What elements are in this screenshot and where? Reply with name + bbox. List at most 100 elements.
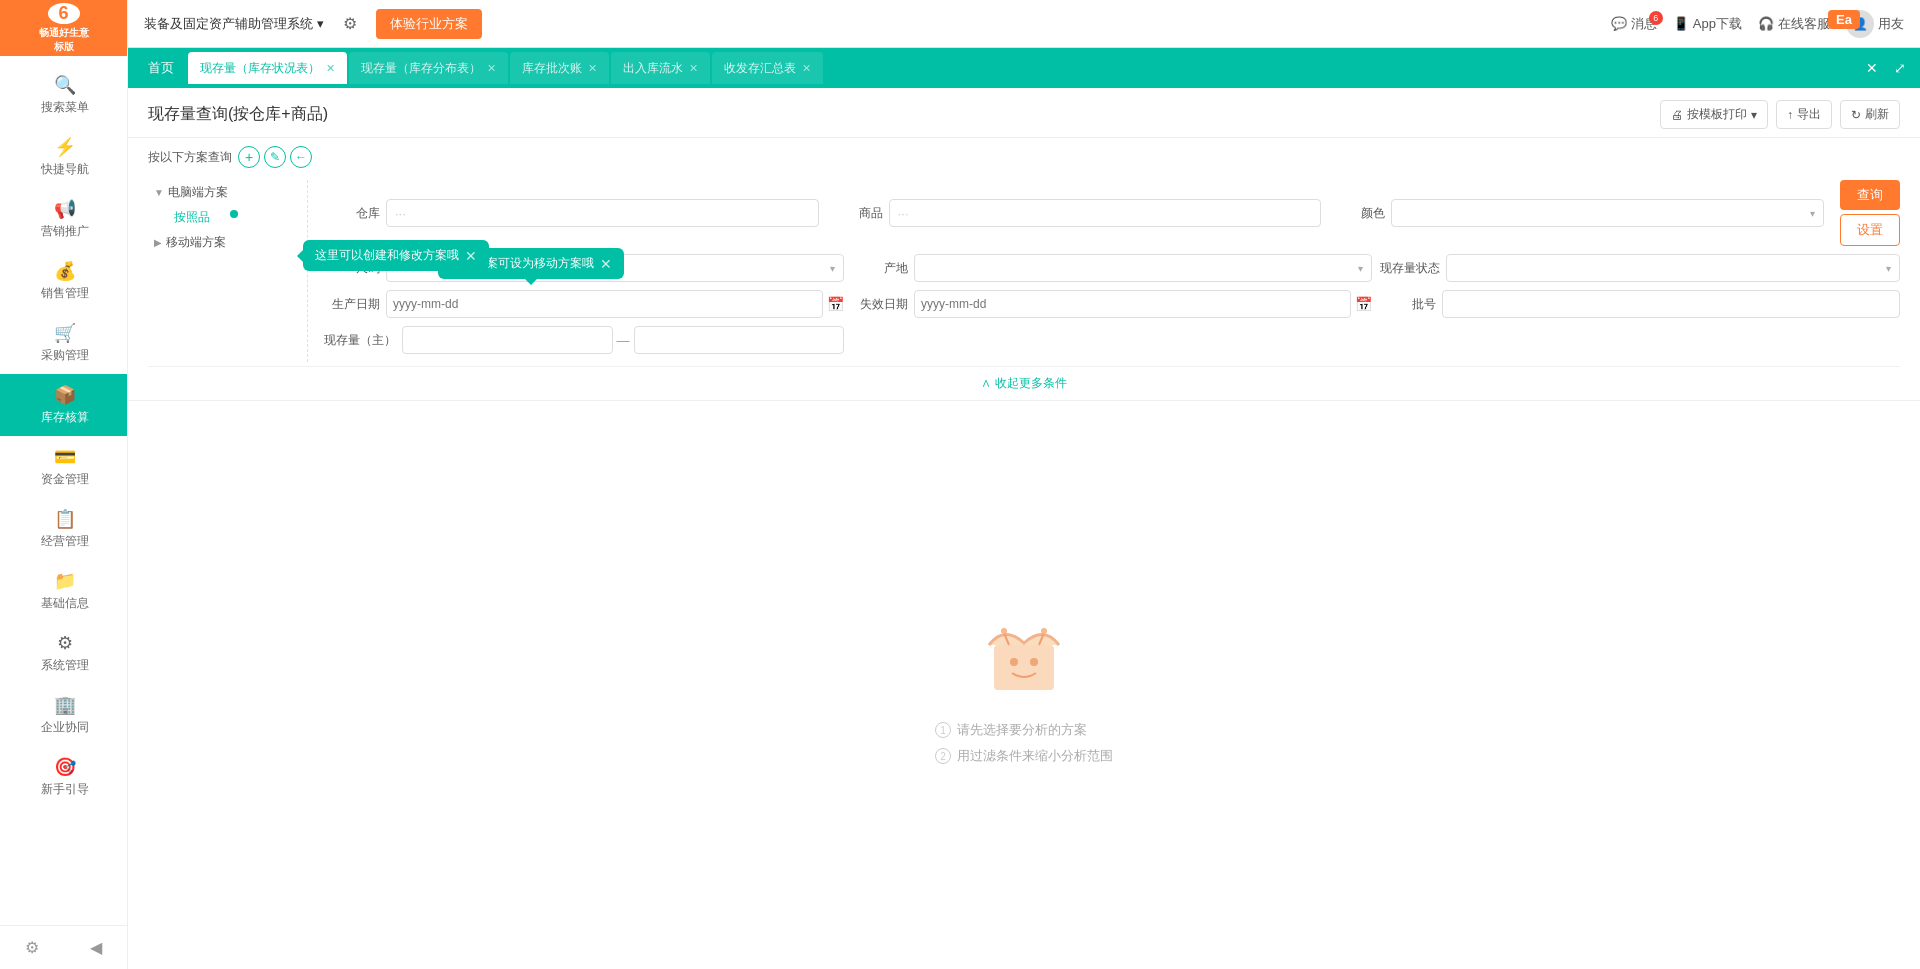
sidebar-item-label: 采购管理	[41, 347, 89, 364]
tab-close-all-btn[interactable]: ✕	[1860, 56, 1884, 80]
filter-label-row: 按以下方案查询 + ✎ ← 电脑方案可设为移动方案哦 ✕	[148, 146, 1900, 168]
sidebar-item-purchase[interactable]: 🛒 采购管理	[0, 312, 127, 374]
sidebar-item-guide[interactable]: 🎯 新手引导	[0, 746, 127, 808]
reset-btn[interactable]: 设置	[1840, 214, 1900, 246]
goods-select[interactable]: ···	[889, 199, 1322, 227]
sidebar-item-inventory[interactable]: 📦 库存核算	[0, 374, 127, 436]
mobile-arrow: ▶	[154, 237, 162, 248]
sidebar-collapse-btn[interactable]: ◀	[90, 938, 102, 957]
refresh-icon: ↻	[1851, 108, 1861, 122]
svg-point-2	[1030, 658, 1038, 666]
empty-illustration	[974, 605, 1074, 705]
tabbar: 首页 现存量（库存状况表） ✕ 现存量（库存分布表） ✕ 库存批次账 ✕ 出入库…	[128, 48, 1920, 88]
mobile-label: 移动端方案	[166, 234, 226, 251]
prod-date-calendar-icon[interactable]: 📅	[827, 296, 844, 312]
inv-main-range: —	[402, 326, 844, 354]
tab-batch[interactable]: 库存批次账 ✕	[510, 52, 609, 84]
inv-main-to-input[interactable]	[634, 326, 845, 354]
marketing-icon: 📢	[54, 198, 76, 220]
field-row-3: 生产日期 📅 失效日期 📅	[324, 290, 1900, 318]
filter-add-btn[interactable]: +	[238, 146, 260, 168]
batch-label: 批号	[1380, 296, 1436, 313]
inv-status-group: 现存量状态 ▾	[1380, 254, 1900, 282]
print-label: 按模板打印	[1687, 106, 1747, 123]
sidebar-item-search[interactable]: 🔍 搜索菜单	[0, 64, 127, 126]
finance-icon: 💳	[54, 446, 76, 468]
svg-point-1	[1010, 658, 1018, 666]
sidebar-item-finance[interactable]: 💳 资金管理	[0, 436, 127, 498]
query-btn[interactable]: 查询	[1840, 180, 1900, 210]
print-chevron: ▾	[1751, 108, 1757, 122]
tab-batch-close[interactable]: ✕	[588, 62, 597, 75]
color-select[interactable]: ▾	[1391, 199, 1824, 227]
system-icon: ⚙	[57, 632, 73, 654]
warehouse-label: 仓库	[324, 205, 380, 222]
print-btn[interactable]: 🖨 按模板打印 ▾	[1660, 100, 1768, 129]
filter-label: 按以下方案查询	[148, 149, 232, 166]
experience-btn[interactable]: 体验行业方案	[376, 9, 482, 39]
app-download-btn[interactable]: 📱 App下载	[1673, 15, 1742, 33]
sidebar-footer: ⚙ ◀	[0, 925, 127, 969]
basic-icon: 📁	[54, 570, 76, 592]
message-btn[interactable]: 💬 消息 6	[1611, 15, 1657, 33]
desktop-label: 电脑端方案	[168, 184, 228, 201]
empty-state: 1 请先选择要分析的方案 2 用过滤条件来缩小分析范围	[128, 401, 1920, 969]
sales-icon: 💰	[54, 260, 76, 282]
tab-inventory-status-close[interactable]: ✕	[326, 62, 335, 75]
tab-inout-close[interactable]: ✕	[689, 62, 698, 75]
collapse-bar[interactable]: ∧ 收起更多条件	[148, 366, 1900, 400]
message-icon: 💬	[1611, 16, 1627, 31]
hint2-num: 2	[935, 748, 951, 764]
exp-date-input[interactable]	[914, 290, 1351, 318]
filter-back-btn[interactable]: ←	[290, 146, 312, 168]
sidebar-item-marketing[interactable]: 📢 营销推广	[0, 188, 127, 250]
sidebar-nav: 🔍 搜索菜单 ⚡ 快捷导航 📢 营销推广 💰 销售管理 🛒 采购管理 📦 库存核…	[0, 56, 127, 925]
inv-status-select[interactable]: ▾	[1446, 254, 1900, 282]
scheme-item-desktop[interactable]: ▼ 电脑端方案	[148, 180, 299, 205]
filter-edit-btn[interactable]: ✎	[264, 146, 286, 168]
sidebar-settings-btn[interactable]: ⚙	[25, 938, 39, 957]
warehouse-select[interactable]: ···	[386, 199, 819, 227]
sidebar-item-system[interactable]: ⚙ 系统管理	[0, 622, 127, 684]
sidebar-item-enterprise[interactable]: 🏢 企业协同	[0, 684, 127, 746]
tab-inventory-dist[interactable]: 现存量（库存分布表） ✕	[349, 52, 508, 84]
scheme-item-mobile[interactable]: ▶ 移动端方案	[148, 230, 299, 255]
batch-input[interactable]	[1442, 290, 1900, 318]
tab-home[interactable]: 首页	[136, 52, 186, 84]
app-icon: 📱	[1673, 16, 1689, 31]
tab-collect-close[interactable]: ✕	[802, 62, 811, 75]
collapse-icon: ∧	[981, 376, 991, 390]
field-row-1: 仓库 ··· 商品 ··· 颜色	[324, 180, 1900, 246]
origin-select[interactable]: ▾	[914, 254, 1372, 282]
tab-inout[interactable]: 出入库流水 ✕	[611, 52, 710, 84]
sidebar-item-operation[interactable]: 📋 经营管理	[0, 498, 127, 560]
page-header: 现存量查询(按仓库+商品) 🖨 按模板打印 ▾ ↑ 导出 ↻ 刷新	[128, 88, 1920, 137]
topbar-settings-btn[interactable]: ⚙	[336, 10, 364, 38]
sidebar-item-label: 库存核算	[41, 409, 89, 426]
tab-expand-btn[interactable]: ⤢	[1888, 56, 1912, 80]
support-btn[interactable]: 🎧 在线客服	[1758, 15, 1830, 33]
tab-inventory-status[interactable]: 现存量（库存状况表） ✕	[188, 52, 347, 84]
tooltip-scheme-mobile-close[interactable]: ✕	[600, 256, 612, 272]
tab-collect-label: 收发存汇总表	[724, 60, 796, 77]
refresh-label: 刷新	[1865, 106, 1889, 123]
svg-point-4	[1001, 628, 1007, 634]
action-btns: 查询 设置	[1840, 180, 1900, 246]
logo-text2: 标版	[54, 40, 74, 54]
tooltip-create-scheme-close[interactable]: ✕	[465, 248, 477, 264]
sidebar-item-quick[interactable]: ⚡ 快捷导航	[0, 126, 127, 188]
hint1-text: 请先选择要分析的方案	[957, 721, 1087, 739]
system-selector[interactable]: 装备及固定资产辅助管理系统 ▾	[144, 15, 324, 33]
sidebar-item-sales[interactable]: 💰 销售管理	[0, 250, 127, 312]
exp-date-calendar-icon[interactable]: 📅	[1355, 296, 1372, 312]
prod-date-input[interactable]	[386, 290, 823, 318]
sidebar-item-basic[interactable]: 📁 基础信息	[0, 560, 127, 622]
tab-collect[interactable]: 收发存汇总表 ✕	[712, 52, 823, 84]
tab-inventory-dist-close[interactable]: ✕	[487, 62, 496, 75]
refresh-btn[interactable]: ↻ 刷新	[1840, 100, 1900, 129]
tabbar-actions: ✕ ⤢	[1860, 56, 1912, 80]
inv-status-chevron: ▾	[1886, 263, 1891, 274]
user-label: 用友	[1878, 15, 1904, 33]
export-btn[interactable]: ↑ 导出	[1776, 100, 1832, 129]
inv-main-from-input[interactable]	[402, 326, 613, 354]
